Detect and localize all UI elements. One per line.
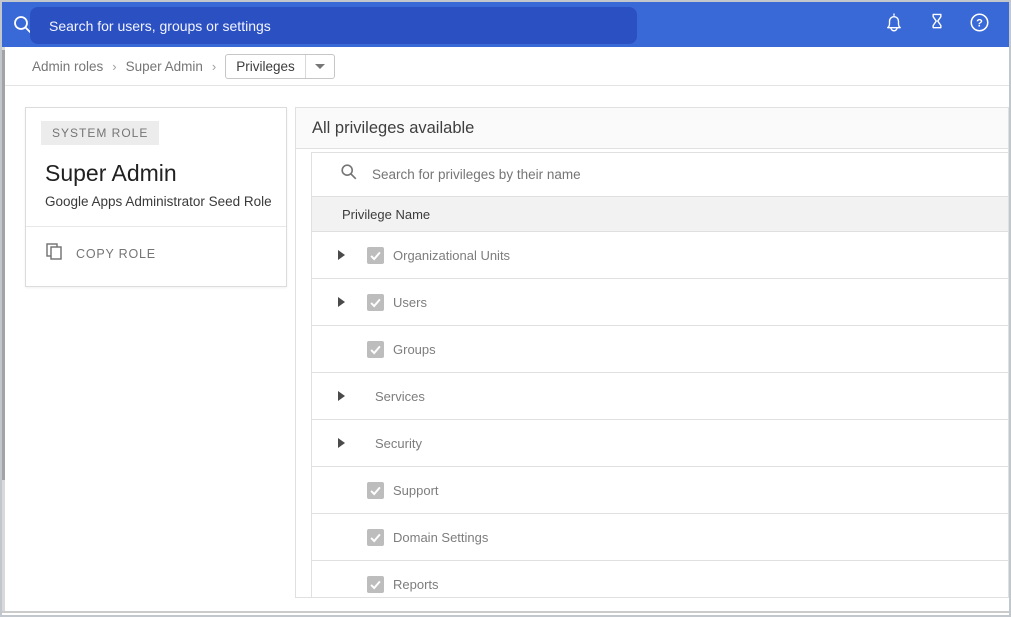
expand-arrow-icon[interactable] xyxy=(338,438,352,448)
privileges-table: Privilege Name Organizational Units User… xyxy=(311,152,1008,598)
privilege-row: Security xyxy=(312,420,1008,467)
help-icon: ? xyxy=(968,11,991,39)
admin-console-window: ? Admin roles › Super Admin › Privileges… xyxy=(0,0,1011,617)
copy-role-button[interactable]: COPY ROLE xyxy=(26,227,286,280)
bell-icon xyxy=(883,11,905,38)
privilege-checkbox[interactable] xyxy=(367,294,384,311)
privilege-row: Domain Settings xyxy=(312,514,1008,561)
appbar-actions: ? xyxy=(872,2,1001,47)
window-bottom-edge xyxy=(2,611,1009,613)
svg-text:?: ? xyxy=(976,17,983,29)
privilege-row: Services xyxy=(312,373,1008,420)
copy-icon xyxy=(46,243,62,265)
column-header-privilege-name: Privilege Name xyxy=(312,197,1008,232)
privilege-label: Services xyxy=(375,389,425,404)
privileges-dropdown[interactable]: Privileges xyxy=(225,54,335,79)
breadcrumb-separator: › xyxy=(112,59,116,74)
privilege-checkbox[interactable] xyxy=(367,341,384,358)
privilege-checkbox[interactable] xyxy=(367,576,384,593)
privileges-panel: All privileges available Privilege Name … xyxy=(295,107,1009,598)
privileges-dropdown-label: Privileges xyxy=(236,59,295,74)
privileges-search-row xyxy=(312,153,1008,197)
privilege-checkbox[interactable] xyxy=(367,529,384,546)
privilege-checkbox[interactable] xyxy=(367,247,384,264)
system-role-badge: SYSTEM ROLE xyxy=(41,121,159,145)
chevron-down-icon xyxy=(306,64,334,69)
privilege-row: Organizational Units xyxy=(312,232,1008,279)
copy-role-label: COPY ROLE xyxy=(76,247,156,261)
help-button[interactable]: ? xyxy=(958,2,1001,47)
role-title: Super Admin xyxy=(45,160,286,187)
privilege-row: Support xyxy=(312,467,1008,514)
privilege-row: Users xyxy=(312,279,1008,326)
privilege-label: Users xyxy=(393,295,427,310)
privilege-label: Groups xyxy=(393,342,436,357)
global-search-input[interactable] xyxy=(30,7,637,44)
privileges-panel-title: All privileges available xyxy=(296,108,1008,149)
privileges-search-input[interactable] xyxy=(372,167,1008,182)
privilege-row: Groups xyxy=(312,326,1008,373)
breadcrumb: Admin roles › Super Admin › Privileges xyxy=(2,47,1009,86)
role-card: SYSTEM ROLE Super Admin Google Apps Admi… xyxy=(25,107,287,287)
privilege-label: Domain Settings xyxy=(393,530,488,545)
search-icon xyxy=(340,163,358,186)
expand-arrow-icon[interactable] xyxy=(338,391,352,401)
privilege-checkbox[interactable] xyxy=(367,482,384,499)
privilege-row: Reports xyxy=(312,561,1008,598)
breadcrumb-admin-roles[interactable]: Admin roles xyxy=(32,59,103,74)
breadcrumb-separator: › xyxy=(212,59,216,74)
hourglass-icon xyxy=(926,11,948,38)
role-subtitle: Google Apps Administrator Seed Role xyxy=(45,194,286,209)
expand-arrow-icon[interactable] xyxy=(338,297,352,307)
app-bar: ? xyxy=(2,2,1009,47)
expand-arrow-icon[interactable] xyxy=(338,250,352,260)
privilege-label: Reports xyxy=(393,577,439,592)
breadcrumb-super-admin[interactable]: Super Admin xyxy=(126,59,203,74)
privilege-label: Organizational Units xyxy=(393,248,510,263)
notifications-button[interactable] xyxy=(872,2,915,47)
tasks-button[interactable] xyxy=(915,2,958,47)
left-scrollbar-thumb[interactable] xyxy=(1,50,5,480)
privilege-label: Support xyxy=(393,483,439,498)
privilege-label: Security xyxy=(375,436,422,451)
